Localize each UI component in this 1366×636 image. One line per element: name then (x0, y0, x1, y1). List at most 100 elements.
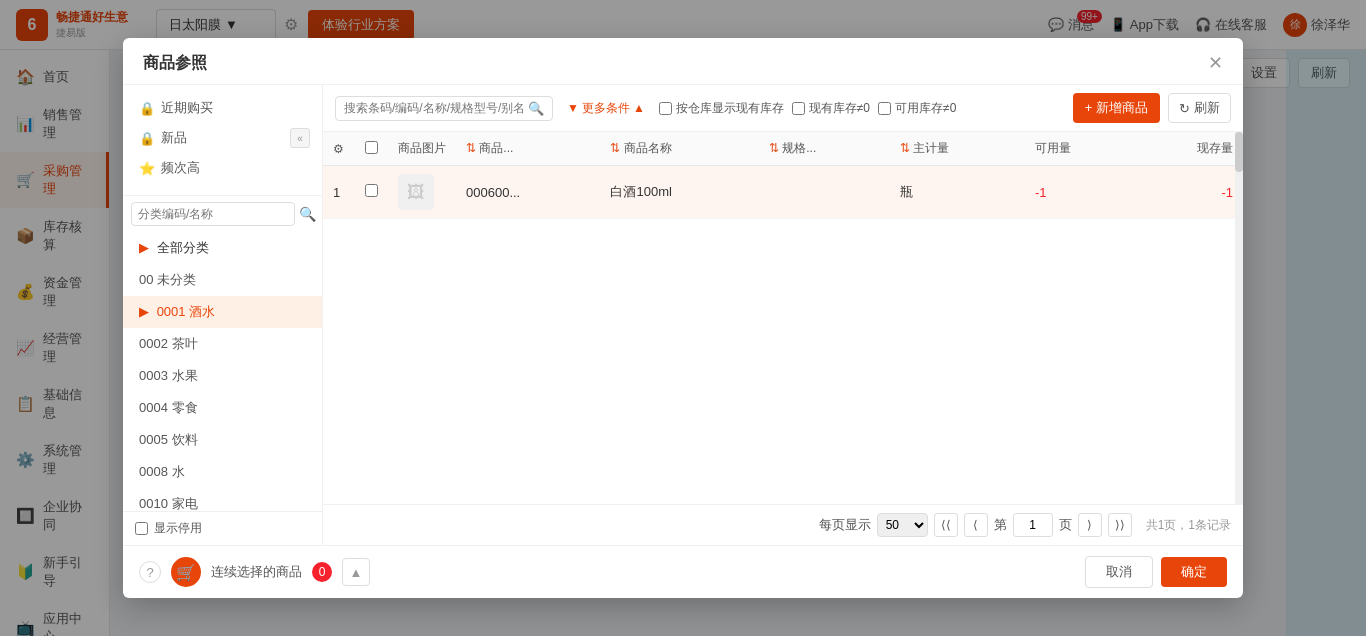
collapse-btn[interactable]: « (290, 128, 310, 148)
next-page-btn[interactable]: ⟩ (1078, 513, 1102, 537)
row-checkbox[interactable] (365, 184, 378, 197)
prev-page-btn[interactable]: ⟨ (964, 513, 988, 537)
total-info: 共1页，1条记录 (1146, 517, 1231, 534)
nav-items: 🔒 近期购买 🔒 新品 ⭐ 频次高 (131, 93, 286, 183)
modal-title: 商品参照 (143, 53, 207, 74)
pagination: 每页显示 50 100 200 ⟨⟨ ⟨ 第 页 ⟩ ⟩⟩ 共1页，1条记录 (323, 504, 1243, 545)
modal-close-btn[interactable]: ✕ (1208, 52, 1223, 74)
table-row[interactable]: 1 🖼 000600... 白酒100ml 瓶 (323, 166, 1243, 219)
collapse-footer-btn[interactable]: ▲ (342, 558, 370, 586)
td-check (355, 166, 388, 219)
select-all-checkbox[interactable] (365, 141, 378, 154)
th-stock: 现存量 (1134, 132, 1243, 166)
left-panel: 🔒 近期购买 🔒 新品 ⭐ 频次高 (123, 85, 323, 545)
page-number-input[interactable] (1013, 513, 1053, 537)
sort-icon-3: ⇅ (769, 141, 779, 155)
td-code: 000600... (456, 166, 600, 219)
th-name[interactable]: ⇅ 商品名称 (600, 132, 758, 166)
display-disabled-checkbox[interactable] (135, 522, 148, 535)
product-modal: 商品参照 ✕ 🔒 近期购买 🔒 新品 (123, 38, 1243, 598)
category-tea[interactable]: 0002 茶叶 (123, 328, 322, 360)
td-num: 1 (323, 166, 355, 219)
check-warehouse-input[interactable] (659, 102, 672, 115)
recent-icon: 🔒 (139, 101, 155, 116)
td-stock: -1 (1134, 166, 1243, 219)
modal-footer: ? 🛒 连续选择的商品 0 ▲ 取消 确定 (123, 545, 1243, 598)
modal-body: 🔒 近期购买 🔒 新品 ⭐ 频次高 (123, 85, 1243, 545)
arrow-icon-2: ▶ (139, 304, 149, 319)
new-product-btn[interactable]: 🔒 新品 (131, 123, 286, 153)
check-warehouse-label[interactable]: 按仓库显示现有库存 (659, 100, 784, 117)
th-checkbox (355, 132, 388, 166)
th-spec[interactable]: ⇅ 规格... (759, 132, 890, 166)
table-header-row: ⚙ 商品图片 ⇅ 商品... (323, 132, 1243, 166)
category-appliance[interactable]: 0010 家电 (123, 488, 322, 511)
cancel-btn[interactable]: 取消 (1085, 556, 1153, 588)
check-usable-input[interactable] (878, 102, 891, 115)
confirm-btn[interactable]: 确定 (1161, 557, 1227, 587)
cart-icon-btn[interactable]: 🛒 (171, 557, 201, 587)
filter-arrow-icon: ▲ (633, 101, 645, 115)
product-table: ⚙ 商品图片 ⇅ 商品... (323, 132, 1243, 219)
filter-icon: ▼ (567, 101, 579, 115)
modal-overlay: 商品参照 ✕ 🔒 近期购买 🔒 新品 (0, 0, 1366, 636)
settings-icon[interactable]: ⚙ (333, 142, 344, 156)
th-settings: ⚙ (323, 132, 355, 166)
left-nav: 🔒 近期购买 🔒 新品 ⭐ 频次高 (123, 85, 322, 196)
first-page-btn[interactable]: ⟨⟨ (934, 513, 958, 537)
scroll-thumb (1235, 132, 1243, 172)
td-image: 🖼 (388, 166, 456, 219)
th-code[interactable]: ⇅ 商品... (456, 132, 600, 166)
td-available: -1 (1025, 166, 1134, 219)
right-panel: 🔍 ▼ 更多条件 ▲ 按仓库显示现有库存 现有库存≠0 (323, 85, 1243, 545)
sort-icon-4: ⇅ (900, 141, 910, 155)
scroll-indicator[interactable] (1235, 132, 1243, 504)
new-icon: 🔒 (139, 131, 155, 146)
category-all[interactable]: ▶ 全部分类 (123, 232, 322, 264)
category-liquor[interactable]: ▶ 0001 酒水 (123, 296, 322, 328)
add-product-btn[interactable]: + 新增商品 (1073, 93, 1160, 123)
th-image: 商品图片 (388, 132, 456, 166)
footer-right: 取消 确定 (1085, 556, 1227, 588)
recent-purchase-btn[interactable]: 🔒 近期购买 (131, 93, 286, 123)
th-unit[interactable]: ⇅ 主计量 (890, 132, 1025, 166)
sort-icon: ⇅ (466, 141, 476, 155)
cart-label: 连续选择的商品 (211, 563, 302, 581)
modal-header: 商品参照 ✕ (123, 38, 1243, 85)
th-available: 可用量 (1025, 132, 1134, 166)
toolbar: 🔍 ▼ 更多条件 ▲ 按仓库显示现有库存 现有库存≠0 (323, 85, 1243, 132)
category-list: ▶ 全部分类 00 未分类 ▶ 0001 酒水 0002 茶叶 0003 水果 (123, 232, 322, 511)
category-search-icon[interactable]: 🔍 (299, 206, 316, 222)
category-water[interactable]: 0008 水 (123, 456, 322, 488)
last-page-btn[interactable]: ⟩⟩ (1108, 513, 1132, 537)
category-search-row: 🔍 (123, 196, 322, 232)
category-snack[interactable]: 0004 零食 (123, 392, 322, 424)
refresh-icon: ↻ (1179, 101, 1190, 116)
category-search-input[interactable] (131, 202, 295, 226)
page-size-select[interactable]: 50 100 200 (877, 513, 928, 537)
product-image: 🖼 (398, 174, 434, 210)
product-search-input[interactable] (344, 101, 524, 115)
check-usable-label[interactable]: 可用库存≠0 (878, 100, 956, 117)
td-spec (759, 166, 890, 219)
check-available-input[interactable] (792, 102, 805, 115)
refresh-btn[interactable]: ↻ 刷新 (1168, 93, 1231, 123)
help-btn[interactable]: ? (139, 561, 161, 583)
filter-btn[interactable]: ▼ 更多条件 ▲ (561, 96, 651, 121)
search-icon[interactable]: 🔍 (528, 101, 544, 116)
sort-icon-2: ⇅ (610, 141, 620, 155)
frequent-btn[interactable]: ⭐ 频次高 (131, 153, 286, 183)
display-disabled-row: 显示停用 (123, 511, 322, 545)
td-name: 白酒100ml (600, 166, 758, 219)
table-body: 1 🖼 000600... 白酒100ml 瓶 (323, 166, 1243, 219)
category-uncategorized[interactable]: 00 未分类 (123, 264, 322, 296)
star-icon: ⭐ (139, 161, 155, 176)
product-search-bar: 🔍 (335, 96, 553, 121)
category-beverage[interactable]: 0005 饮料 (123, 424, 322, 456)
category-fruit[interactable]: 0003 水果 (123, 360, 322, 392)
arrow-icon: ▶ (139, 240, 149, 255)
toolbar-right: + 新增商品 ↻ 刷新 (1073, 93, 1231, 123)
check-available-label[interactable]: 现有库存≠0 (792, 100, 870, 117)
cart-count: 0 (312, 562, 332, 582)
product-table-wrap: ⚙ 商品图片 ⇅ 商品... (323, 132, 1243, 504)
